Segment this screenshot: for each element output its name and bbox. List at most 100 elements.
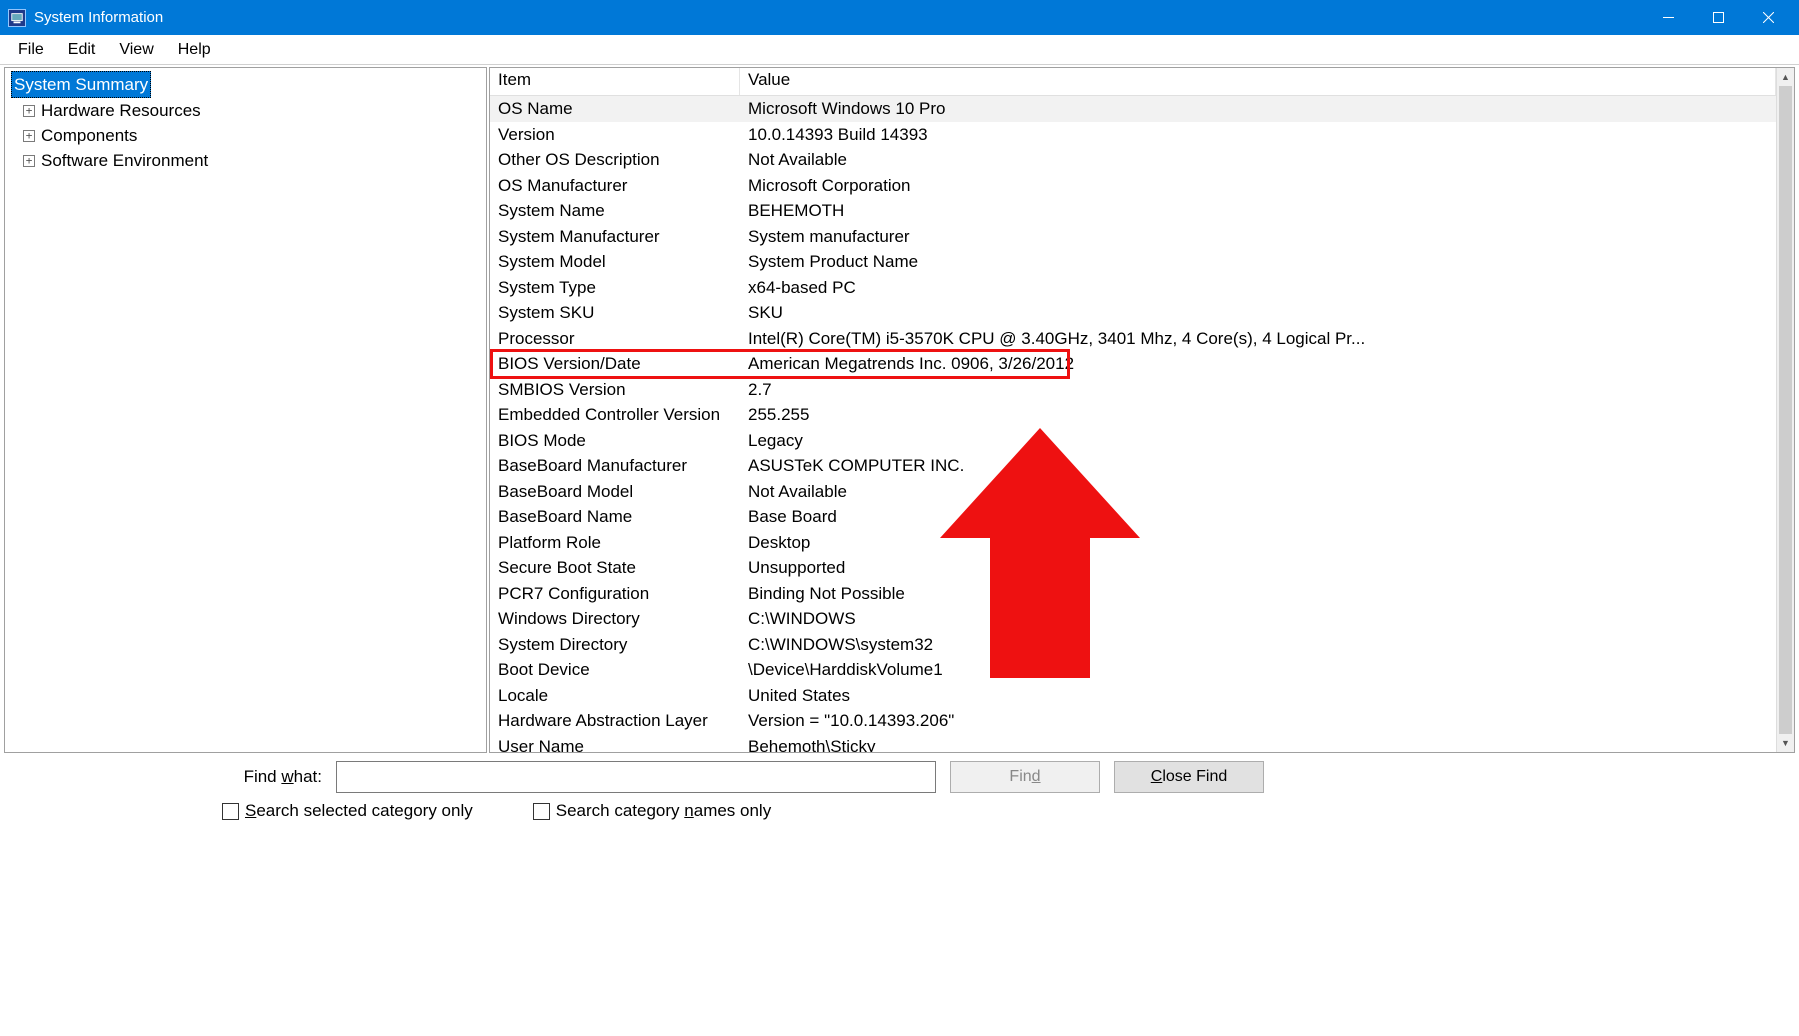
- table-row[interactable]: OS NameMicrosoft Windows 10 Pro: [490, 96, 1776, 122]
- cell-item: System SKU: [490, 300, 740, 326]
- checkbox-box-icon: [533, 803, 550, 820]
- close-button[interactable]: [1743, 0, 1793, 35]
- cell-value: Not Available: [740, 147, 1776, 173]
- scroll-down-button[interactable]: ▼: [1777, 734, 1794, 752]
- cell-value: Intel(R) Core(TM) i5-3570K CPU @ 3.40GHz…: [740, 326, 1776, 352]
- table-row[interactable]: Embedded Controller Version255.255: [490, 402, 1776, 428]
- find-what-input[interactable]: [336, 761, 936, 793]
- checkbox-label: Search selected category only: [245, 801, 473, 821]
- cell-item: BIOS Version/Date: [490, 351, 740, 377]
- tree-child-label: Software Environment: [39, 148, 210, 173]
- details-pane: Item Value OS NameMicrosoft Windows 10 P…: [489, 67, 1795, 753]
- cell-item: Secure Boot State: [490, 555, 740, 581]
- cell-value: C:\WINDOWS\system32: [740, 632, 1776, 658]
- cell-item: System Name: [490, 198, 740, 224]
- cell-item: PCR7 Configuration: [490, 581, 740, 607]
- cell-value: Legacy: [740, 428, 1776, 454]
- table-row[interactable]: System Typex64-based PC: [490, 275, 1776, 301]
- minimize-button[interactable]: [1643, 0, 1693, 35]
- cell-item: User Name: [490, 734, 740, 753]
- cell-value: 255.255: [740, 402, 1776, 428]
- find-button[interactable]: Find: [950, 761, 1100, 793]
- column-header-value[interactable]: Value: [740, 68, 1776, 95]
- table-row[interactable]: System ManufacturerSystem manufacturer: [490, 224, 1776, 250]
- cell-item: Platform Role: [490, 530, 740, 556]
- table-row[interactable]: Version10.0.14393 Build 14393: [490, 122, 1776, 148]
- table-row[interactable]: System ModelSystem Product Name: [490, 249, 1776, 275]
- tree-child[interactable]: + Hardware Resources: [15, 98, 480, 123]
- table-row[interactable]: Hardware Abstraction LayerVersion = "10.…: [490, 708, 1776, 734]
- tree-child-label: Hardware Resources: [39, 98, 203, 123]
- table-row[interactable]: BaseBoard NameBase Board: [490, 504, 1776, 530]
- menu-edit[interactable]: Edit: [56, 37, 108, 63]
- tree-root-label: System Summary: [11, 71, 151, 98]
- cell-value: Base Board: [740, 504, 1776, 530]
- expander-icon[interactable]: +: [23, 155, 35, 167]
- cell-item: Windows Directory: [490, 606, 740, 632]
- table-row[interactable]: System NameBEHEMOTH: [490, 198, 1776, 224]
- cell-value: ASUSTeK COMPUTER INC.: [740, 453, 1776, 479]
- table-row[interactable]: BaseBoard ManufacturerASUSTeK COMPUTER I…: [490, 453, 1776, 479]
- search-category-names-checkbox[interactable]: Search category names only: [533, 801, 771, 821]
- table-row[interactable]: Boot Device\Device\HarddiskVolume1: [490, 657, 1776, 683]
- maximize-button[interactable]: [1693, 0, 1743, 35]
- cell-value: Not Available: [740, 479, 1776, 505]
- cell-value: 10.0.14393 Build 14393: [740, 122, 1776, 148]
- find-what-label: Find what:: [12, 767, 322, 787]
- category-tree[interactable]: System Summary + Hardware Resources+Compo…: [4, 67, 487, 753]
- tree-child[interactable]: + Software Environment: [15, 148, 480, 173]
- title-bar: System Information: [0, 0, 1799, 35]
- scroll-up-button[interactable]: ▲: [1777, 68, 1794, 86]
- cell-item: BaseBoard Manufacturer: [490, 453, 740, 479]
- menu-help[interactable]: Help: [166, 37, 223, 63]
- table-row[interactable]: BIOS Version/DateAmerican Megatrends Inc…: [490, 351, 1776, 377]
- table-row[interactable]: SMBIOS Version2.7: [490, 377, 1776, 403]
- table-row[interactable]: Other OS DescriptionNot Available: [490, 147, 1776, 173]
- window-title: System Information: [34, 9, 163, 26]
- table-row[interactable]: LocaleUnited States: [490, 683, 1776, 709]
- table-row[interactable]: Windows DirectoryC:\WINDOWS: [490, 606, 1776, 632]
- cell-item: BIOS Mode: [490, 428, 740, 454]
- cell-value: Unsupported: [740, 555, 1776, 581]
- cell-item: System Manufacturer: [490, 224, 740, 250]
- table-row[interactable]: User NameBehemoth\Sticky: [490, 734, 1776, 753]
- cell-item: OS Name: [490, 96, 740, 122]
- table-row[interactable]: Secure Boot StateUnsupported: [490, 555, 1776, 581]
- close-find-button[interactable]: Close Find: [1114, 761, 1264, 793]
- cell-item: System Directory: [490, 632, 740, 658]
- vertical-scrollbar[interactable]: ▲ ▼: [1776, 68, 1794, 752]
- table-row[interactable]: System DirectoryC:\WINDOWS\system32: [490, 632, 1776, 658]
- cell-value: C:\WINDOWS: [740, 606, 1776, 632]
- cell-value: Version = "10.0.14393.206": [740, 708, 1776, 734]
- cell-item: System Model: [490, 249, 740, 275]
- expander-icon[interactable]: +: [23, 130, 35, 142]
- table-row[interactable]: BaseBoard ModelNot Available: [490, 479, 1776, 505]
- table-row[interactable]: BIOS ModeLegacy: [490, 428, 1776, 454]
- table-row[interactable]: Platform RoleDesktop: [490, 530, 1776, 556]
- cell-value: Binding Not Possible: [740, 581, 1776, 607]
- checkbox-box-icon: [222, 803, 239, 820]
- cell-value: x64-based PC: [740, 275, 1776, 301]
- search-selected-category-checkbox[interactable]: Search selected category only: [222, 801, 473, 821]
- column-header-item[interactable]: Item: [490, 68, 740, 95]
- table-row[interactable]: ProcessorIntel(R) Core(TM) i5-3570K CPU …: [490, 326, 1776, 352]
- cell-value: Microsoft Windows 10 Pro: [740, 96, 1776, 122]
- cell-item: Other OS Description: [490, 147, 740, 173]
- cell-value: Behemoth\Sticky: [740, 734, 1776, 753]
- cell-item: SMBIOS Version: [490, 377, 740, 403]
- scroll-thumb[interactable]: [1779, 86, 1792, 734]
- cell-value: American Megatrends Inc. 0906, 3/26/2012: [740, 351, 1776, 377]
- menu-view[interactable]: View: [107, 37, 165, 63]
- cell-item: OS Manufacturer: [490, 173, 740, 199]
- expander-icon[interactable]: +: [23, 105, 35, 117]
- menu-file[interactable]: File: [6, 37, 56, 63]
- cell-value: 2.7: [740, 377, 1776, 403]
- table-row[interactable]: PCR7 ConfigurationBinding Not Possible: [490, 581, 1776, 607]
- tree-root-system-summary[interactable]: System Summary: [11, 71, 480, 98]
- tree-child[interactable]: +Components: [15, 123, 480, 148]
- cell-value: Desktop: [740, 530, 1776, 556]
- list-body[interactable]: OS NameMicrosoft Windows 10 ProVersion10…: [490, 96, 1776, 752]
- table-row[interactable]: OS ManufacturerMicrosoft Corporation: [490, 173, 1776, 199]
- table-row[interactable]: System SKUSKU: [490, 300, 1776, 326]
- list-header[interactable]: Item Value: [490, 68, 1776, 96]
